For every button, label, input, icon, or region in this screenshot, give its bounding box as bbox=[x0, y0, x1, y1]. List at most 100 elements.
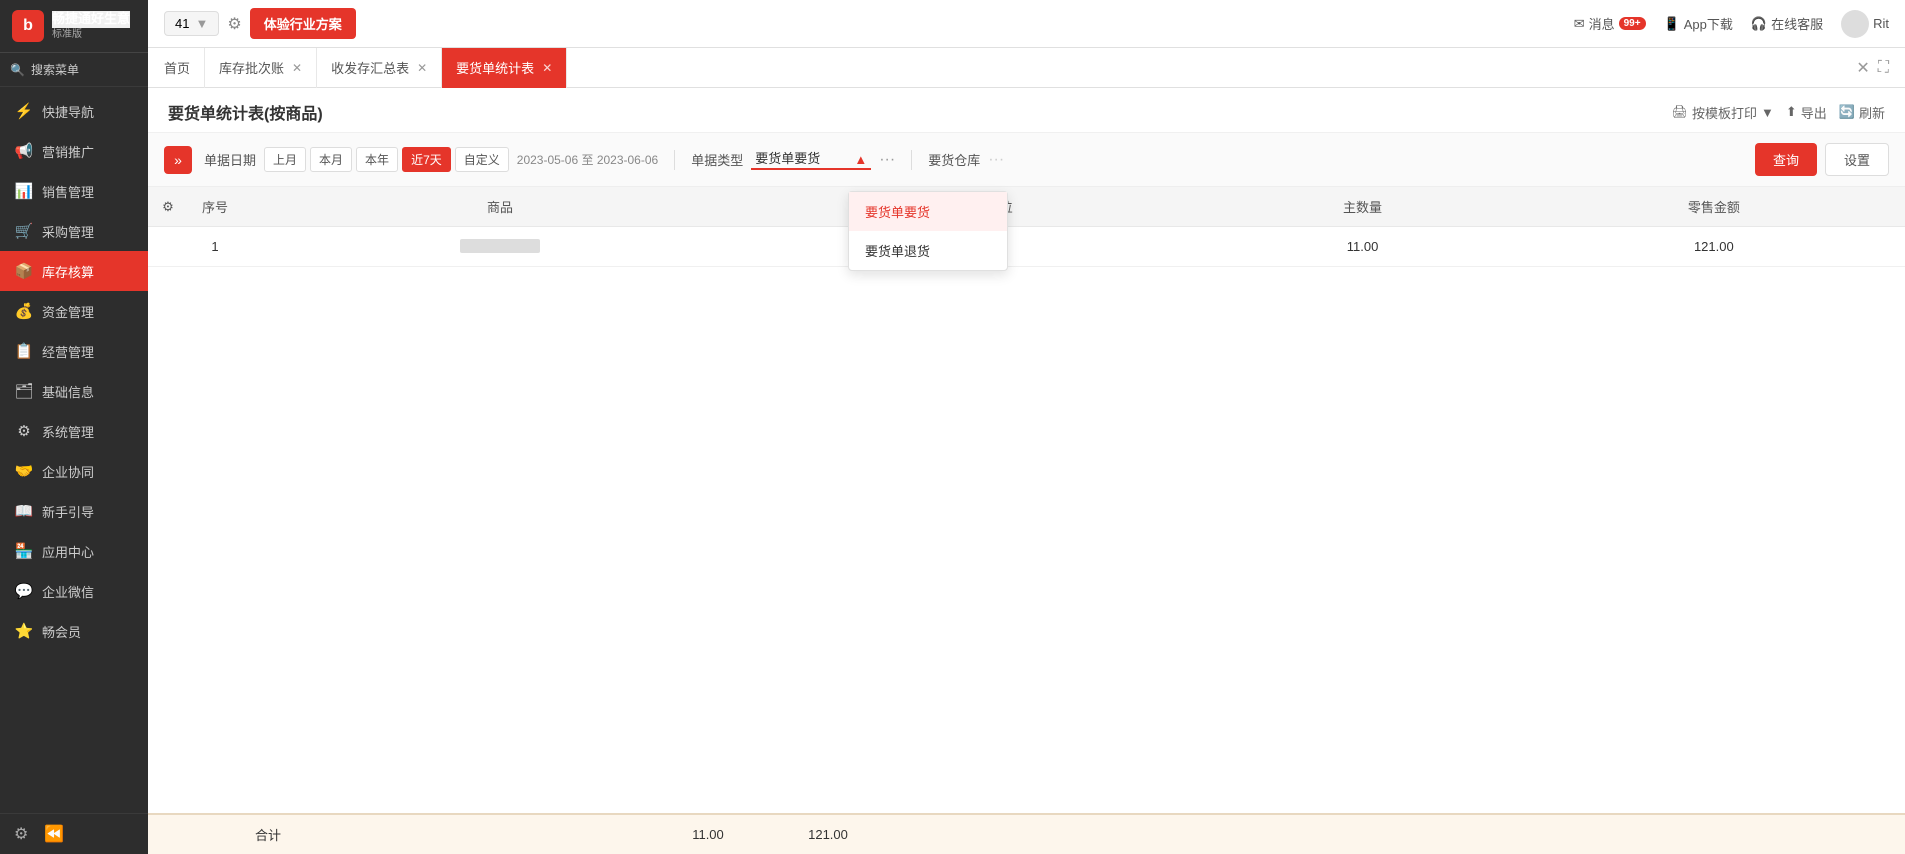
guide-icon: 📖 bbox=[14, 501, 34, 521]
sidebar-logo: b 畅捷通好生意 标准版 bbox=[0, 0, 148, 53]
app-logo-icon: b bbox=[12, 10, 44, 42]
sidebar-item-quick-nav[interactable]: ⚡ 快捷导航 bbox=[0, 91, 148, 131]
dropdown-item-order-goods[interactable]: 要货单要货 bbox=[849, 192, 1007, 231]
total-label: 合计 bbox=[168, 825, 368, 844]
cell-no: 1 bbox=[188, 227, 242, 267]
date-btn-last-month[interactable]: 上月 bbox=[264, 147, 306, 172]
sidebar-item-marketing[interactable]: 📢 营销推广 bbox=[0, 131, 148, 171]
top-header: 41 ▼ ⚙ 体验行业方案 ✉ 消息 99+ 📱 App下载 🎧 在线客服 R bbox=[148, 0, 1905, 48]
user-menu[interactable]: Rit bbox=[1841, 10, 1889, 38]
export-button[interactable]: ⬆ 导出 bbox=[1786, 103, 1827, 122]
operation-icon: 📋 bbox=[14, 341, 34, 361]
tab-close-order-stats[interactable]: ✕ bbox=[542, 62, 552, 74]
basic-icon: 🗂 bbox=[14, 381, 34, 401]
export-icon: ⬆ bbox=[1786, 104, 1797, 120]
date-btn-this-month[interactable]: 本月 bbox=[310, 147, 352, 172]
sidebar-collapse-icon[interactable]: ⏪ bbox=[44, 824, 64, 844]
cell-product bbox=[242, 227, 758, 267]
store-selector[interactable]: 41 ▼ bbox=[164, 11, 219, 36]
tab-collect-summary[interactable]: 收发存汇总表 ✕ bbox=[317, 48, 442, 88]
sales-icon: 📊 bbox=[14, 181, 34, 201]
warehouse-filter-section: 要货仓库 ··· bbox=[928, 150, 1004, 169]
search-menu-button[interactable]: 🔍 搜索菜单 bbox=[10, 61, 138, 78]
date-btn-this-year[interactable]: 本年 bbox=[356, 147, 398, 172]
header-settings-icon[interactable]: ⚙ bbox=[227, 14, 241, 34]
filter-more-icon[interactable]: ··· bbox=[879, 151, 895, 169]
print-template-button[interactable]: 🖨 按模板打印 ▼ bbox=[1671, 103, 1773, 122]
tab-close-inventory-batch[interactable]: ✕ bbox=[292, 62, 302, 74]
notification-button[interactable]: ✉ 消息 99+ bbox=[1574, 14, 1646, 33]
sidebar-item-system[interactable]: ⚙ 系统管理 bbox=[0, 411, 148, 451]
sidebar-item-member[interactable]: ⭐ 畅会员 bbox=[0, 611, 148, 651]
refresh-icon: 🔄 bbox=[1839, 104, 1855, 120]
type-dropdown: 要货单要货 要货单退货 bbox=[848, 191, 1008, 271]
sidebar-settings-icon[interactable]: ⚙ bbox=[14, 824, 28, 844]
filter-divider-1 bbox=[674, 150, 675, 170]
date-range-display: 2023-05-06 至 2023-06-06 bbox=[517, 151, 658, 168]
product-name-blurred bbox=[460, 239, 540, 253]
trial-button[interactable]: 体验行业方案 bbox=[250, 8, 356, 39]
tab-bar-actions: ✕ ⛶ bbox=[1856, 58, 1889, 78]
online-service-button[interactable]: 🎧 在线客服 bbox=[1751, 14, 1823, 33]
phone-icon: 📱 bbox=[1664, 16, 1680, 32]
inventory-icon: 📦 bbox=[14, 261, 34, 281]
header-right: ✉ 消息 99+ 📱 App下载 🎧 在线客服 Rit bbox=[1574, 10, 1889, 38]
sidebar-item-guide[interactable]: 📖 新手引导 bbox=[0, 491, 148, 531]
chevron-down-icon: ▼ bbox=[1761, 105, 1774, 120]
date-filter-label: 单据日期 bbox=[204, 150, 256, 169]
headset-icon: 🎧 bbox=[1751, 16, 1767, 32]
tab-close-collect-summary[interactable]: ✕ bbox=[417, 62, 427, 74]
quick-nav-icon: ⚡ bbox=[14, 101, 34, 121]
page-actions: 🖨 按模板打印 ▼ ⬆ 导出 🔄 刷新 bbox=[1671, 103, 1885, 122]
tab-expand-icon[interactable]: ⛶ bbox=[1878, 59, 1889, 77]
sidebar-item-finance[interactable]: 💰 资金管理 bbox=[0, 291, 148, 331]
sidebar-item-purchase[interactable]: 🛒 采购管理 bbox=[0, 211, 148, 251]
total-qty: 11.00 bbox=[648, 827, 768, 842]
total-amount: 121.00 bbox=[768, 827, 888, 842]
message-icon: ✉ bbox=[1574, 16, 1585, 32]
sidebar-item-sales[interactable]: 📊 销售管理 bbox=[0, 171, 148, 211]
search-icon: 🔍 bbox=[10, 63, 25, 77]
sidebar-item-operation[interactable]: 📋 经营管理 bbox=[0, 331, 148, 371]
date-btn-custom[interactable]: 自定义 bbox=[455, 147, 509, 172]
sidebar-item-enterprise[interactable]: 🤝 企业协同 bbox=[0, 451, 148, 491]
wechat-icon: 💬 bbox=[14, 581, 34, 601]
settings-button[interactable]: 设置 bbox=[1825, 143, 1889, 176]
type-select[interactable]: 要货单要货 要货单退货 bbox=[751, 149, 871, 170]
chevron-down-icon: ▼ bbox=[195, 16, 208, 31]
warehouse-more-icon[interactable]: ··· bbox=[988, 151, 1004, 169]
avatar bbox=[1841, 10, 1869, 38]
date-filter-section: 单据日期 上月 本月 本年 近7天 自定义 2023-05-06 至 2023-… bbox=[204, 147, 658, 172]
system-icon: ⚙ bbox=[14, 421, 34, 441]
tab-bar: 首页 库存批次账 ✕ 收发存汇总表 ✕ 要货单统计表 ✕ ✕ ⛶ bbox=[148, 48, 1905, 88]
tab-home[interactable]: 首页 bbox=[164, 48, 205, 88]
refresh-button[interactable]: 🔄 刷新 bbox=[1839, 103, 1885, 122]
sidebar-nav: ⚡ 快捷导航 📢 营销推广 📊 销售管理 🛒 采购管理 📦 库存核算 💰 资金管… bbox=[0, 87, 148, 813]
purchase-icon: 🛒 bbox=[14, 221, 34, 241]
date-btn-last-7-days[interactable]: 近7天 bbox=[402, 147, 451, 172]
print-icon: 🖨 bbox=[1671, 104, 1688, 120]
type-filter-section: 单据类型 要货单要货 要货单退货 ▲ ··· bbox=[691, 149, 895, 170]
marketing-icon: 📢 bbox=[14, 141, 34, 161]
content-area: 要货单统计表(按商品) 🖨 按模板打印 ▼ ⬆ 导出 🔄 刷新 bbox=[148, 88, 1905, 854]
tab-inventory-batch[interactable]: 库存批次账 ✕ bbox=[205, 48, 317, 88]
sidebar: b 畅捷通好生意 标准版 🔍 搜索菜单 ⚡ 快捷导航 📢 营销推广 📊 销售管理… bbox=[0, 0, 148, 854]
sidebar-item-inventory[interactable]: 📦 库存核算 bbox=[0, 251, 148, 291]
filter-toggle-button[interactable]: » bbox=[164, 146, 192, 174]
filter-divider-2 bbox=[911, 150, 912, 170]
dropdown-item-return-goods[interactable]: 要货单退货 bbox=[849, 231, 1007, 270]
sidebar-item-app-center[interactable]: 🏪 应用中心 bbox=[0, 531, 148, 571]
tab-close-all-icon[interactable]: ✕ bbox=[1856, 58, 1869, 78]
sidebar-item-basic[interactable]: 🗂 基础信息 bbox=[0, 371, 148, 411]
col-header-settings[interactable]: ⚙ bbox=[148, 187, 188, 227]
app-download-button[interactable]: 📱 App下载 bbox=[1664, 14, 1733, 33]
type-filter-label: 单据类型 bbox=[691, 150, 743, 169]
table-header-row: ⚙ 序号 商品 主计量单位 主数量 零售金额 bbox=[148, 187, 1905, 227]
col-header-no: 序号 bbox=[188, 187, 242, 227]
sidebar-item-wechat[interactable]: 💬 企业微信 bbox=[0, 571, 148, 611]
query-button[interactable]: 查询 bbox=[1755, 143, 1817, 176]
cell-settings bbox=[148, 227, 188, 267]
tab-order-stats[interactable]: 要货单统计表 ✕ bbox=[442, 48, 567, 88]
member-icon: ⭐ bbox=[14, 621, 34, 641]
type-select-wrap: 要货单要货 要货单退货 ▲ bbox=[751, 149, 871, 170]
